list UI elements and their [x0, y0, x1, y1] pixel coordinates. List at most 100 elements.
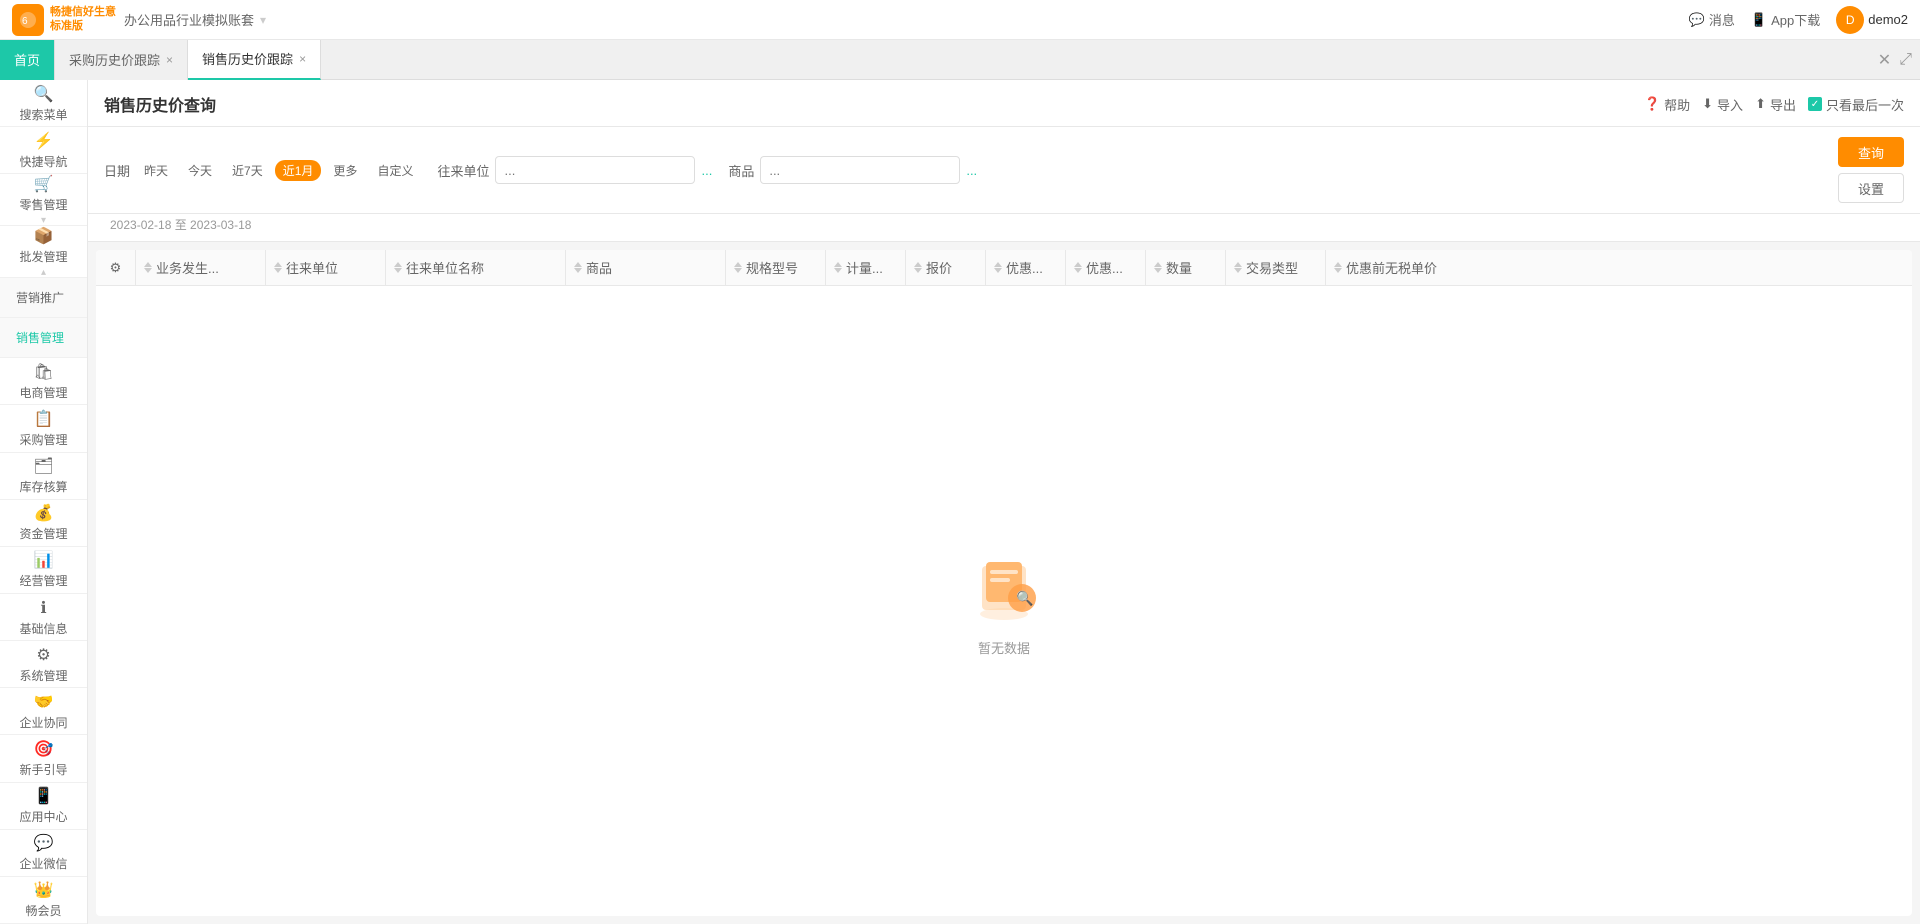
tab-purchase[interactable]: 采购历史价跟踪 ×	[55, 40, 188, 80]
shop-icon: 🛍	[33, 362, 53, 382]
date-btn-7days[interactable]: 近7天	[224, 160, 271, 181]
sidebar-item-ops[interactable]: 📊 经营管理	[0, 547, 87, 594]
sidebar-subitem-sales-mgmt[interactable]: 销售管理	[0, 318, 87, 358]
sidebar-item-inventory[interactable]: 🗂 库存核算	[0, 453, 87, 500]
sort-up-icon	[1234, 262, 1242, 267]
date-btn-today[interactable]: 今天	[180, 160, 220, 181]
sort-product[interactable]	[574, 262, 582, 273]
tab-home-label: 首页	[14, 50, 40, 69]
sidebar-item-purchase[interactable]: 📋 采购管理	[0, 405, 87, 452]
user-area[interactable]: D demo2	[1836, 6, 1908, 34]
chevron-down-icon[interactable]: ▾	[260, 13, 266, 27]
search-icon: 🔍	[34, 84, 54, 104]
product-more[interactable]: ...	[966, 163, 977, 178]
unit-input[interactable]	[495, 156, 695, 184]
sort-qty[interactable]	[1154, 262, 1162, 273]
sort-discount2[interactable]	[1074, 262, 1082, 273]
only-last-checkbox-group: 只看最后一次	[1808, 95, 1904, 114]
th-price-label: 报价	[926, 258, 952, 277]
app-download-button[interactable]: 📱 App下载	[1751, 10, 1820, 29]
sidebar-item-wechat[interactable]: 💬 企业微信	[0, 830, 87, 877]
sidebar-item-finance[interactable]: 💰 资金管理	[0, 500, 87, 547]
th-price[interactable]: 报价	[906, 250, 986, 285]
close-icon[interactable]: ×	[166, 53, 173, 67]
tab-home[interactable]: 首页	[0, 40, 55, 80]
sort-date[interactable]	[144, 262, 152, 273]
sort-down-icon	[834, 268, 842, 273]
sidebar-item-retail[interactable]: 🛒 零售管理 ▾	[0, 174, 87, 226]
sidebar-item-company[interactable]: 🤝 企业协同	[0, 688, 87, 735]
sidebar-item-quick[interactable]: ⚡ 快捷导航	[0, 127, 87, 174]
settings-button[interactable]: 设置	[1838, 173, 1904, 203]
close-icon[interactable]: ×	[299, 52, 306, 66]
sidebar-label-sales-mgmt: 销售管理	[16, 329, 64, 346]
sidebar-item-ecommerce[interactable]: 🛍 电商管理	[0, 358, 87, 405]
th-qty[interactable]: 数量	[1146, 250, 1226, 285]
query-button[interactable]: 查询	[1838, 137, 1904, 167]
sidebar-subitem-promo[interactable]: 营销推广	[0, 278, 87, 318]
unit-more[interactable]: ...	[701, 163, 712, 178]
money-icon: 💰	[34, 503, 54, 523]
tab-purchase-label: 采购历史价跟踪	[69, 50, 160, 69]
sidebar-item-search[interactable]: 🔍 搜索菜单	[0, 80, 87, 127]
sort-trade[interactable]	[1234, 262, 1242, 273]
import-icon: ⬇	[1702, 96, 1713, 112]
sort-unit[interactable]	[834, 262, 842, 273]
close-tab-button[interactable]: ✕	[1878, 50, 1891, 70]
sort-unit-code[interactable]	[274, 262, 282, 273]
date-btn-yesterday[interactable]: 昨天	[136, 160, 176, 181]
sort-up-icon	[734, 262, 742, 267]
sidebar-label-wholesale: 批发管理	[19, 248, 67, 265]
export-button[interactable]: ⬆ 导出	[1755, 95, 1796, 114]
th-discount1[interactable]: 优惠...	[986, 250, 1066, 285]
th-settings[interactable]: ⚙	[96, 250, 136, 285]
sidebar-item-apps[interactable]: 📱 应用中心	[0, 783, 87, 830]
th-discount2[interactable]: 优惠...	[1066, 250, 1146, 285]
th-tax-price[interactable]: 优惠前无税单价	[1326, 250, 1912, 285]
date-btn-more[interactable]: 更多	[325, 160, 365, 181]
product-input[interactable]	[760, 156, 960, 184]
sort-spec[interactable]	[734, 262, 742, 273]
th-trade-type[interactable]: 交易类型	[1226, 250, 1326, 285]
tab-sales[interactable]: 销售历史价跟踪 ×	[188, 40, 321, 80]
sidebar-label-apps: 应用中心	[19, 808, 67, 825]
sort-tax-price[interactable]	[1334, 262, 1342, 273]
message-button[interactable]: 💬 消息	[1689, 10, 1735, 29]
sort-discount1[interactable]	[994, 262, 1002, 273]
sort-up-icon	[144, 262, 152, 267]
sort-down-icon	[914, 268, 922, 273]
date-btn-custom[interactable]: 自定义	[369, 160, 421, 181]
sidebar-item-member[interactable]: 👑 畅会员	[0, 877, 87, 924]
th-date[interactable]: 业务发生...	[136, 250, 266, 285]
svg-text:6: 6	[22, 16, 28, 27]
sidebar-item-guide[interactable]: 🎯 新手引导	[0, 735, 87, 782]
sidebar-label-basic: 基础信息	[19, 620, 67, 637]
sidebar-item-system[interactable]: ⚙ 系统管理	[0, 641, 87, 688]
tab-bar-actions: ✕ ⤢	[1878, 50, 1920, 70]
th-discount1-label: 优惠...	[1006, 258, 1043, 277]
sidebar-item-basic[interactable]: ℹ 基础信息	[0, 594, 87, 641]
sort-price[interactable]	[914, 262, 922, 273]
product-filter-group: 商品 ...	[728, 156, 977, 184]
top-bar: 6 畅捷信好生意 标准版 办公用品行业模拟账套 ▾ 💬 消息 📱 App下载 D…	[0, 0, 1920, 40]
import-button[interactable]: ⬇ 导入	[1702, 95, 1743, 114]
th-unit-code[interactable]: 往来单位	[266, 250, 386, 285]
th-spec[interactable]: 规格型号	[726, 250, 826, 285]
sort-up-icon	[834, 262, 842, 267]
sidebar-item-wholesale[interactable]: 📦 批发管理 ▴	[0, 226, 87, 278]
unit-label: 往来单位	[437, 161, 489, 180]
sort-up-icon	[1074, 262, 1082, 267]
logo-text: 畅捷信好生意 标准版	[50, 6, 116, 32]
date-btn-1month[interactable]: 近1月	[275, 160, 322, 181]
tab-bar: 首页 采购历史价跟踪 × 销售历史价跟踪 × ✕ ⤢	[0, 40, 1920, 80]
th-unit[interactable]: 计量...	[826, 250, 906, 285]
help-button[interactable]: ❓ 帮助	[1644, 95, 1690, 114]
only-last-checkbox[interactable]	[1808, 97, 1822, 111]
th-unit-name[interactable]: 往来单位名称	[386, 250, 566, 285]
cart-icon: 🛒	[34, 174, 54, 194]
maximize-button[interactable]: ⤢	[1899, 51, 1912, 69]
sort-unit-name[interactable]	[394, 262, 402, 273]
message-icon: 💬	[1689, 12, 1705, 28]
th-product[interactable]: 商品	[566, 250, 726, 285]
chart-icon: 📊	[34, 550, 54, 570]
